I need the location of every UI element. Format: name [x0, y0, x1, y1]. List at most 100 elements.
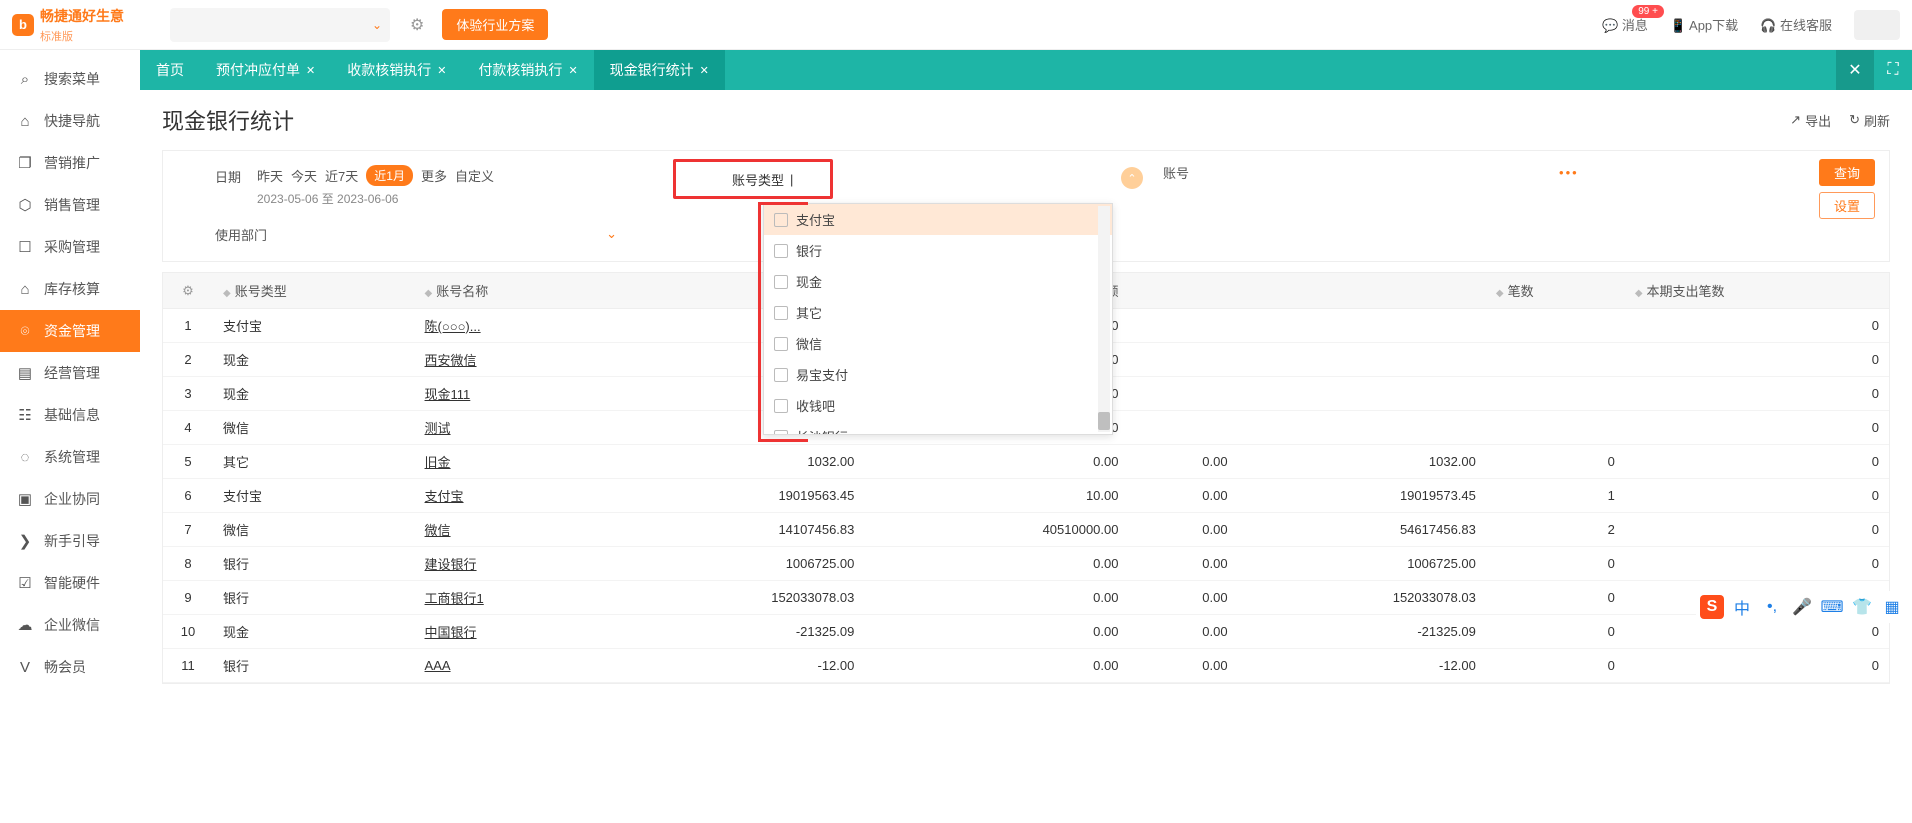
gear-icon[interactable]: ⚙ — [410, 15, 424, 35]
cell-c4 — [1238, 343, 1486, 377]
tab[interactable]: 现金银行统计✕ — [594, 50, 725, 90]
account-link[interactable]: 旧金 — [425, 455, 451, 470]
dropdown-option[interactable]: 银行 — [764, 235, 1112, 266]
dropdown-option[interactable]: 易宝支付 — [764, 359, 1112, 390]
sidebar-item[interactable]: ⌾资金管理 — [0, 310, 140, 352]
row-index: 10 — [163, 615, 213, 649]
fullscreen-button[interactable]: ⛶ — [1874, 61, 1912, 79]
trial-button[interactable]: 体验行业方案 — [442, 9, 548, 40]
sidebar-item[interactable]: ⬡销售管理 — [0, 184, 140, 226]
cell-type: 现金 — [213, 615, 415, 649]
sidebar-item[interactable]: ☑智能硬件 — [0, 562, 140, 604]
tab-label: 付款核销执行 — [478, 60, 562, 80]
close-icon[interactable]: ✕ — [437, 64, 446, 77]
account-link[interactable]: 现金111 — [425, 387, 471, 402]
close-icon[interactable]: ✕ — [306, 64, 315, 77]
account-link[interactable]: 测试 — [425, 421, 451, 436]
cell-name: 测试 — [415, 411, 617, 445]
account-link[interactable]: 西安微信 — [425, 353, 477, 368]
ime-mic-icon[interactable]: 🎤 — [1790, 595, 1814, 619]
ime-keyboard-icon[interactable]: ⌨ — [1820, 595, 1844, 619]
ime-s-icon[interactable]: S — [1700, 595, 1724, 619]
account-link[interactable]: 微信 — [425, 523, 451, 538]
column-header[interactable] — [1238, 273, 1486, 309]
date-chip[interactable]: 近7天 — [325, 166, 358, 185]
sidebar-item[interactable]: ☷基础信息 — [0, 394, 140, 436]
column-header[interactable]: ◆本期支出笔数 — [1625, 273, 1889, 309]
app-download-link[interactable]: 📱 App下载 — [1670, 15, 1738, 34]
sidebar-item[interactable]: ❯新手引导 — [0, 520, 140, 562]
account-link[interactable]: 建设银行 — [425, 557, 477, 572]
sidebar-item[interactable]: ▤经营管理 — [0, 352, 140, 394]
service-link[interactable]: 🎧 在线客服 — [1760, 15, 1832, 34]
messages-badge: 99 + — [1632, 5, 1664, 18]
ime-skin-icon[interactable]: 👕 — [1850, 595, 1874, 619]
scrollbar-track[interactable] — [1098, 206, 1110, 432]
tenant-selector[interactable]: ⌄ — [170, 8, 390, 42]
sort-icon[interactable]: ◆ — [425, 288, 433, 299]
date-chip[interactable]: 近1月 — [366, 165, 413, 186]
table-settings-icon[interactable]: ⚙ — [163, 273, 213, 309]
account-link[interactable]: 支付宝 — [425, 489, 464, 504]
sidebar-item[interactable]: ☐采购管理 — [0, 226, 140, 268]
dropdown-option[interactable]: 微信 — [764, 328, 1112, 359]
sidebar-label: 经营管理 — [44, 363, 100, 383]
sort-icon[interactable]: ◆ — [1496, 288, 1504, 299]
dropdown-option[interactable]: 支付宝 — [764, 204, 1112, 235]
cell-c3: 0.00 — [1128, 479, 1237, 513]
sidebar-item[interactable]: ☁企业微信 — [0, 604, 140, 646]
account-link[interactable]: 中国银行 — [425, 625, 477, 640]
refresh-button[interactable]: ↻ 刷新 — [1849, 111, 1890, 130]
dropdown-option[interactable]: 其它 — [764, 297, 1112, 328]
account-link[interactable]: AAA — [425, 658, 451, 673]
close-tabs-button[interactable]: ✕ — [1836, 50, 1874, 90]
dropdown-option[interactable]: 长沙银行 — [764, 421, 1112, 434]
close-icon[interactable]: ✕ — [700, 64, 709, 77]
cell-type: 银行 — [213, 547, 415, 581]
query-button[interactable]: 查询 — [1819, 159, 1875, 186]
tab[interactable]: 收款核销执行✕ — [331, 50, 462, 90]
ime-grid-icon[interactable]: ▦ — [1880, 595, 1904, 619]
refresh-icon: ↻ — [1849, 112, 1860, 128]
tab[interactable]: 付款核销执行 ✕ — [462, 50, 593, 90]
sidebar-item[interactable]: ◌系统管理 — [0, 436, 140, 478]
column-header[interactable]: ◆账号类型 — [213, 273, 415, 309]
sidebar-label: 库存核算 — [44, 279, 100, 299]
avatar[interactable] — [1854, 10, 1900, 40]
account-input[interactable] — [1209, 172, 1529, 173]
account-link[interactable]: 工商银行1 — [425, 591, 484, 606]
sidebar-item[interactable]: ▣企业协同 — [0, 478, 140, 520]
sidebar-item[interactable]: ❐营销推广 — [0, 142, 140, 184]
cell-n2: 0 — [1625, 411, 1889, 445]
account-link[interactable]: 陈(○○○)... — [425, 319, 481, 334]
column-header[interactable]: ◆账号名称 — [415, 273, 617, 309]
date-chip[interactable]: 更多 — [421, 166, 447, 185]
sidebar-item[interactable]: ⌂库存核算 — [0, 268, 140, 310]
dept-select[interactable]: ⌄ — [277, 221, 617, 247]
sort-icon[interactable]: ◆ — [223, 288, 231, 299]
sidebar-item[interactable]: V畅会员 — [0, 646, 140, 688]
date-chip[interactable]: 今天 — [291, 166, 317, 185]
scrollbar-thumb[interactable] — [1098, 412, 1110, 430]
date-chip[interactable]: 昨天 — [257, 166, 283, 185]
cell-n1 — [1486, 411, 1625, 445]
collapse-icon[interactable]: ⌃ — [1121, 167, 1143, 189]
dropdown-option[interactable]: 现金 — [764, 266, 1112, 297]
date-chip[interactable]: 自定义 — [455, 166, 494, 185]
column-header[interactable] — [1128, 273, 1237, 309]
dropdown-option[interactable]: 收钱吧 — [764, 390, 1112, 421]
close-icon[interactable]: ✕ — [568, 64, 577, 77]
messages-link[interactable]: 💬 消息 99 + — [1602, 15, 1648, 34]
ime-punct-icon[interactable]: •, — [1760, 595, 1784, 619]
tab[interactable]: 首页 — [140, 50, 200, 90]
export-button[interactable]: ↗ 导出 — [1790, 111, 1831, 130]
tab[interactable]: 预付冲应付单✕ — [200, 50, 331, 90]
sort-icon[interactable]: ◆ — [1635, 288, 1643, 299]
ime-lang-icon[interactable]: 中 — [1730, 595, 1754, 619]
sidebar-item[interactable]: ⌕搜索菜单 — [0, 58, 140, 100]
settings-button[interactable]: 设置 — [1819, 192, 1875, 219]
sidebar-item[interactable]: ⌂快捷导航 — [0, 100, 140, 142]
column-header[interactable]: ◆笔数 — [1486, 273, 1625, 309]
account-type-filter[interactable]: 账号类型 | — [673, 159, 833, 199]
more-filters-button[interactable]: ••• — [1559, 165, 1579, 180]
